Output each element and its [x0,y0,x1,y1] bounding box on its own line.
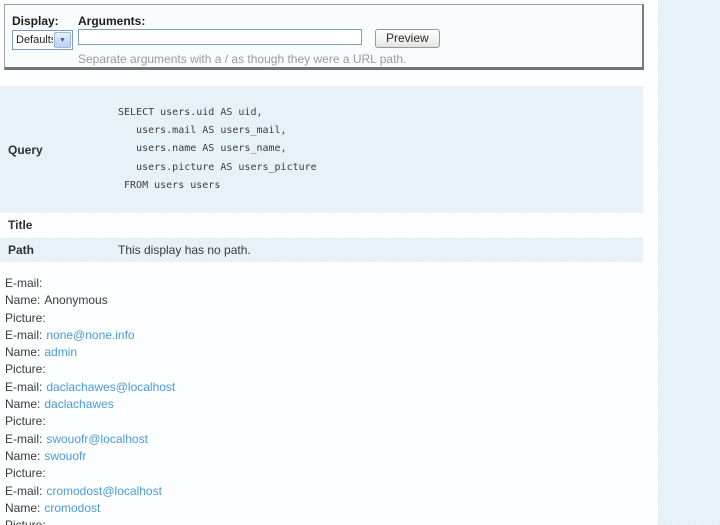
user-email-link[interactable]: none@none.info [46,328,134,342]
user-email-link[interactable]: cromodost@localhost [46,484,162,498]
view-summary: Query SELECT users.uid AS uid, users.mai… [0,86,643,262]
user-row: E-mail: swouofr@localhost Name: swouofr Pi… [5,431,658,483]
user-row: E-mail: none@none.info Name: admin Picture… [5,327,658,379]
display-select-value: Defaults [16,34,53,46]
path-row: Path This display has no path. [0,238,643,262]
page-margin-strip [658,0,720,525]
user-name-link[interactable]: daclachawes [44,397,113,411]
preview-button[interactable]: Preview [375,29,440,48]
chevron-down-icon[interactable]: ▼ [54,32,71,48]
title-value [118,213,643,237]
page-background: { "colors": { "link": "#4b9cd6", "row_bl… [0,0,720,525]
view-content: E-mail: Name: Anonymous Picture: E-mail: n… [0,275,658,525]
picture-field-label: Picture: [5,466,46,481]
picture-field: Picture: [5,310,658,327]
email-field: E-mail: [5,275,658,292]
email-field: E-mail: cromodost@localhost [5,483,658,500]
display-select[interactable]: Defaults ▼ [12,30,73,50]
name-field: Name: daclachawes [5,396,658,413]
picture-field-label: Picture: [5,518,46,525]
name-field-label: Name: [5,293,41,308]
name-field-label: Name: [5,345,41,360]
email-field: E-mail: daclachawes@localhost [5,379,658,396]
user-row: E-mail: daclachawes@localhost Name: daclac… [5,379,658,431]
user-name-link[interactable]: cromodost [44,501,100,515]
email-field-label: E-mail: [5,379,43,394]
email-field-label: E-mail: [5,276,43,290]
name-field: Name: admin [5,344,658,361]
display-label: Display: [12,14,59,28]
picture-field: Picture: [5,465,658,482]
email-field-label: E-mail: [5,327,43,342]
name-field-label: Name: [5,448,41,463]
arguments-input[interactable] [78,29,362,45]
user-name-link[interactable]: admin [44,345,77,359]
user-row: E-mail: cromodost@localhost Name: cromodos… [5,483,658,525]
email-field-label: E-mail: [5,483,43,498]
user-email-link[interactable]: swouofr@localhost [46,432,148,446]
query-row: Query SELECT users.uid AS uid, users.mai… [0,86,643,213]
email-field: E-mail: swouofr@localhost [5,431,658,448]
arguments-label: Arguments: [78,14,146,28]
user-row: E-mail: Name: Anonymous Picture: [5,275,658,327]
arguments-row: Preview [78,29,632,48]
user-name-link[interactable]: swouofr [44,449,86,463]
query-sql: SELECT users.uid AS uid, users.mail AS u… [118,106,317,191]
name-field-label: Name: [5,397,41,412]
query-label: Query [8,142,43,157]
main-content-area: Display: Arguments: Defaults ▼ Preview S… [0,0,658,525]
path-label: Path [8,243,35,257]
picture-field: Picture: [5,413,658,430]
picture-field-label: Picture: [5,310,46,325]
picture-field: Picture: [5,361,658,378]
name-field: Name: swouofr [5,448,658,465]
picture-field-label: Picture: [5,362,46,377]
picture-field-label: Picture: [5,414,46,429]
name-field-label: Name: [5,500,41,515]
picture-field: Picture: [5,517,658,525]
user-name-link: Anonymous [44,293,108,308]
name-field: Name: Anonymous [5,292,658,309]
email-field: E-mail: none@none.info [5,327,658,344]
arguments-help-text: Separate arguments with a / as though th… [78,52,407,66]
title-label: Title [8,218,33,232]
preview-controls: Display: Arguments: Defaults ▼ Preview S… [4,4,644,70]
user-email-link[interactable]: daclachawes@localhost [46,380,175,394]
name-field: Name: cromodost [5,500,658,517]
title-row: Title [0,213,643,238]
email-field-label: E-mail: [5,431,43,446]
path-value: This display has no path. [118,243,251,257]
